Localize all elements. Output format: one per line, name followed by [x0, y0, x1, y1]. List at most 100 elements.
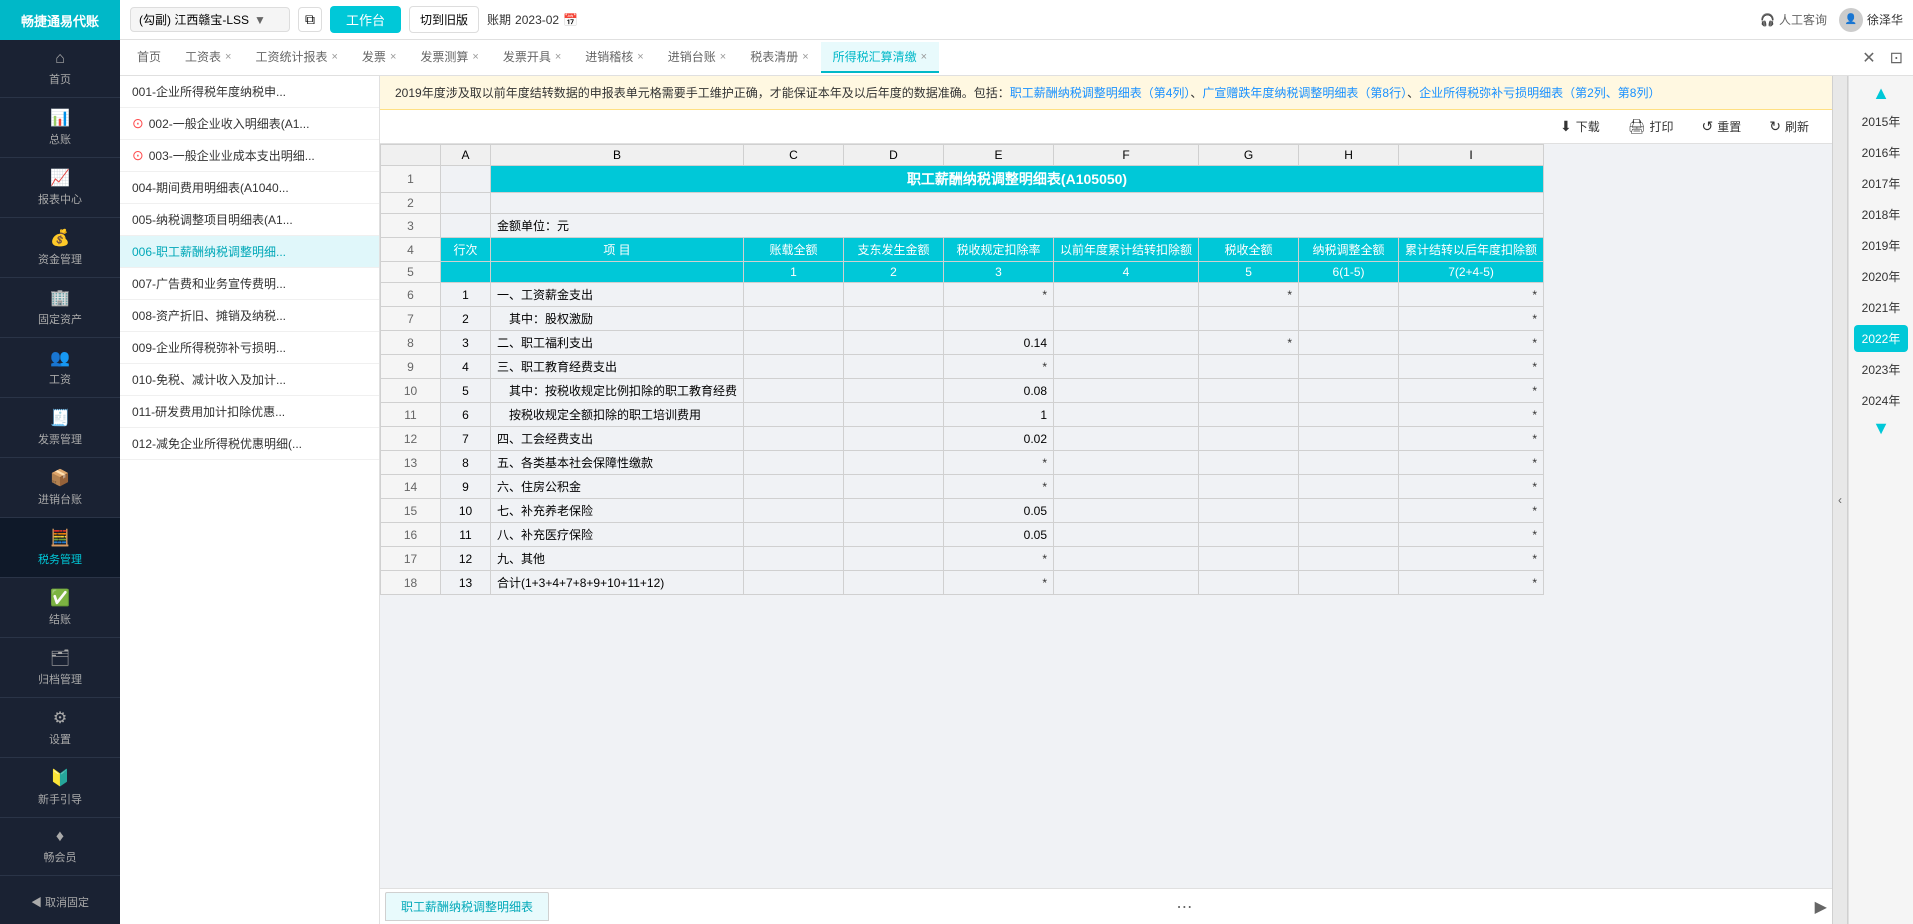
sidebar-item-settlement[interactable]: ✅ 结账 — [0, 578, 120, 638]
tab-invoice-calc[interactable]: 发票测算 × — [408, 42, 490, 73]
sidebar-item-home[interactable]: ⌂ 首页 — [0, 40, 120, 98]
sidebar-item-tax-mgmt[interactable]: 🧮 税务管理 — [0, 518, 120, 578]
cell-D[interactable] — [844, 355, 944, 379]
cell-E[interactable]: * — [944, 283, 1054, 307]
tab-tax-list[interactable]: 税表清册 × — [738, 42, 820, 73]
cell-item[interactable]: 五、各类基本社会保障性缴款 — [491, 451, 744, 475]
cell-D[interactable] — [844, 499, 944, 523]
cell-item[interactable]: 合计(1+3+4+7+8+9+10+11+12) — [491, 571, 744, 595]
cell-E[interactable]: * — [944, 475, 1054, 499]
cell-E[interactable]: 0.05 — [944, 523, 1054, 547]
cell-item[interactable]: 其中：股权激励 — [491, 307, 744, 331]
cell-H[interactable] — [1299, 427, 1399, 451]
tab-purchase-audit-close[interactable]: × — [637, 51, 643, 63]
panel-item-009[interactable]: 009-企业所得税弥补亏损明... — [120, 332, 379, 364]
panel-item-001[interactable]: 001-企业所得税年度纳税申... — [120, 76, 379, 108]
cancel-fixed-button[interactable]: ◀ 取消固定 — [8, 888, 112, 916]
cell-item[interactable]: 七、补充养老保险 — [491, 499, 744, 523]
tab-income-tax[interactable]: 所得税汇算清缴 × — [821, 42, 939, 73]
year-item-2018[interactable]: 2018年 — [1854, 201, 1908, 228]
link-2[interactable]: 广宣赠跌年度纳税调整明细表（第8行） — [1202, 86, 1407, 100]
cell-seq[interactable]: 10 — [441, 499, 491, 523]
download-button[interactable]: ⬇ 下载 — [1552, 115, 1608, 138]
cell-C[interactable] — [744, 403, 844, 427]
cell-I[interactable]: * — [1399, 379, 1544, 403]
bottom-tab-active[interactable]: 职工薪酬纳税调整明细表 — [385, 892, 549, 921]
cell-G[interactable] — [1199, 475, 1299, 499]
cell-D[interactable] — [844, 283, 944, 307]
cell-I[interactable]: * — [1399, 355, 1544, 379]
cell-I[interactable]: * — [1399, 403, 1544, 427]
cell-H[interactable] — [1299, 475, 1399, 499]
cell-item[interactable]: 六、住房公积金 — [491, 475, 744, 499]
tab-payroll-close[interactable]: × — [225, 51, 231, 63]
cell-E[interactable]: * — [944, 355, 1054, 379]
refresh-button[interactable]: ↻ 刷新 — [1761, 115, 1817, 138]
cell-F[interactable] — [1054, 523, 1199, 547]
cell-H[interactable] — [1299, 355, 1399, 379]
panel-item-002[interactable]: ⊙ 002-一般企业收入明细表(A1... — [120, 108, 379, 140]
tab-purchase-ledger-close[interactable]: × — [720, 51, 726, 63]
cell-seq[interactable]: 3 — [441, 331, 491, 355]
year-item-2015[interactable]: 2015年 — [1854, 108, 1908, 135]
sidebar-item-report-center[interactable]: 📈 报表中心 — [0, 158, 120, 218]
cell-D[interactable] — [844, 331, 944, 355]
cell-F[interactable] — [1054, 427, 1199, 451]
cell-F[interactable] — [1054, 379, 1199, 403]
cell-H[interactable] — [1299, 547, 1399, 571]
tab-maximize-button[interactable]: ⊡ — [1885, 46, 1908, 70]
cell-C[interactable] — [744, 571, 844, 595]
cell-C[interactable] — [744, 427, 844, 451]
cell-C[interactable] — [744, 307, 844, 331]
cell-E[interactable]: * — [944, 571, 1054, 595]
cell-I[interactable]: * — [1399, 523, 1544, 547]
cell-E[interactable]: 0.02 — [944, 427, 1054, 451]
cell-D[interactable] — [844, 403, 944, 427]
tab-home[interactable]: 首页 — [125, 42, 173, 73]
workspace-button[interactable]: 工作台 — [330, 6, 401, 33]
cell-seq[interactable]: 7 — [441, 427, 491, 451]
year-up-button[interactable]: ▲ — [1870, 81, 1892, 106]
sidebar-bottom[interactable]: ◀ 取消固定 — [0, 880, 120, 924]
cell-seq[interactable]: 8 — [441, 451, 491, 475]
cell-F[interactable] — [1054, 547, 1199, 571]
user-info[interactable]: 👤 徐泽华 — [1839, 8, 1903, 32]
cell-item[interactable]: 八、补充医疗保险 — [491, 523, 744, 547]
year-item-2019[interactable]: 2019年 — [1854, 232, 1908, 259]
cell-I[interactable]: * — [1399, 331, 1544, 355]
tab-invoice-issue[interactable]: 发票开具 × — [491, 42, 573, 73]
cell-C[interactable] — [744, 547, 844, 571]
cell-C[interactable] — [744, 379, 844, 403]
tab-purchase-audit[interactable]: 进销稽核 × — [573, 42, 655, 73]
sidebar-item-member[interactable]: ♦ 畅会员 — [0, 818, 120, 876]
cell-D[interactable] — [844, 571, 944, 595]
panel-item-012[interactable]: 012-减免企业所得税优惠明细(... — [120, 428, 379, 460]
cell-F[interactable] — [1054, 571, 1199, 595]
cell-G[interactable] — [1199, 451, 1299, 475]
cell-F[interactable] — [1054, 475, 1199, 499]
cell-I[interactable]: * — [1399, 499, 1544, 523]
bottom-menu-button[interactable]: ⋯ — [1176, 897, 1192, 917]
year-item-2023[interactable]: 2023年 — [1854, 356, 1908, 383]
sidebar-item-settings[interactable]: ⚙ 设置 — [0, 698, 120, 758]
cell-H[interactable] — [1299, 307, 1399, 331]
cell-C[interactable] — [744, 523, 844, 547]
panel-item-003[interactable]: ⊙ 003-一般企业业成本支出明细... — [120, 140, 379, 172]
tab-payroll-stats[interactable]: 工资统计报表 × — [243, 42, 349, 73]
sidebar-item-invoice-mgmt[interactable]: 🧾 发票管理 — [0, 398, 120, 458]
tab-payroll-stats-close[interactable]: × — [331, 51, 337, 63]
tab-income-tax-close[interactable]: × — [921, 51, 927, 63]
cell-C[interactable] — [744, 475, 844, 499]
tab-close-all-button[interactable]: ✕ — [1857, 46, 1880, 70]
cell-G[interactable] — [1199, 379, 1299, 403]
cell-G[interactable] — [1199, 523, 1299, 547]
cell-G[interactable]: * — [1199, 283, 1299, 307]
scroll-right-button[interactable]: ▶ — [1815, 897, 1827, 917]
sidebar-item-fixed-assets[interactable]: 🏢 固定资产 — [0, 278, 120, 338]
cell-H[interactable] — [1299, 379, 1399, 403]
cell-G[interactable] — [1199, 403, 1299, 427]
calendar-icon[interactable]: 📅 — [563, 13, 578, 27]
cell-F[interactable] — [1054, 499, 1199, 523]
cell-item[interactable]: 三、职工教育经费支出 — [491, 355, 744, 379]
cell-item[interactable]: 一、工资薪金支出 — [491, 283, 744, 307]
